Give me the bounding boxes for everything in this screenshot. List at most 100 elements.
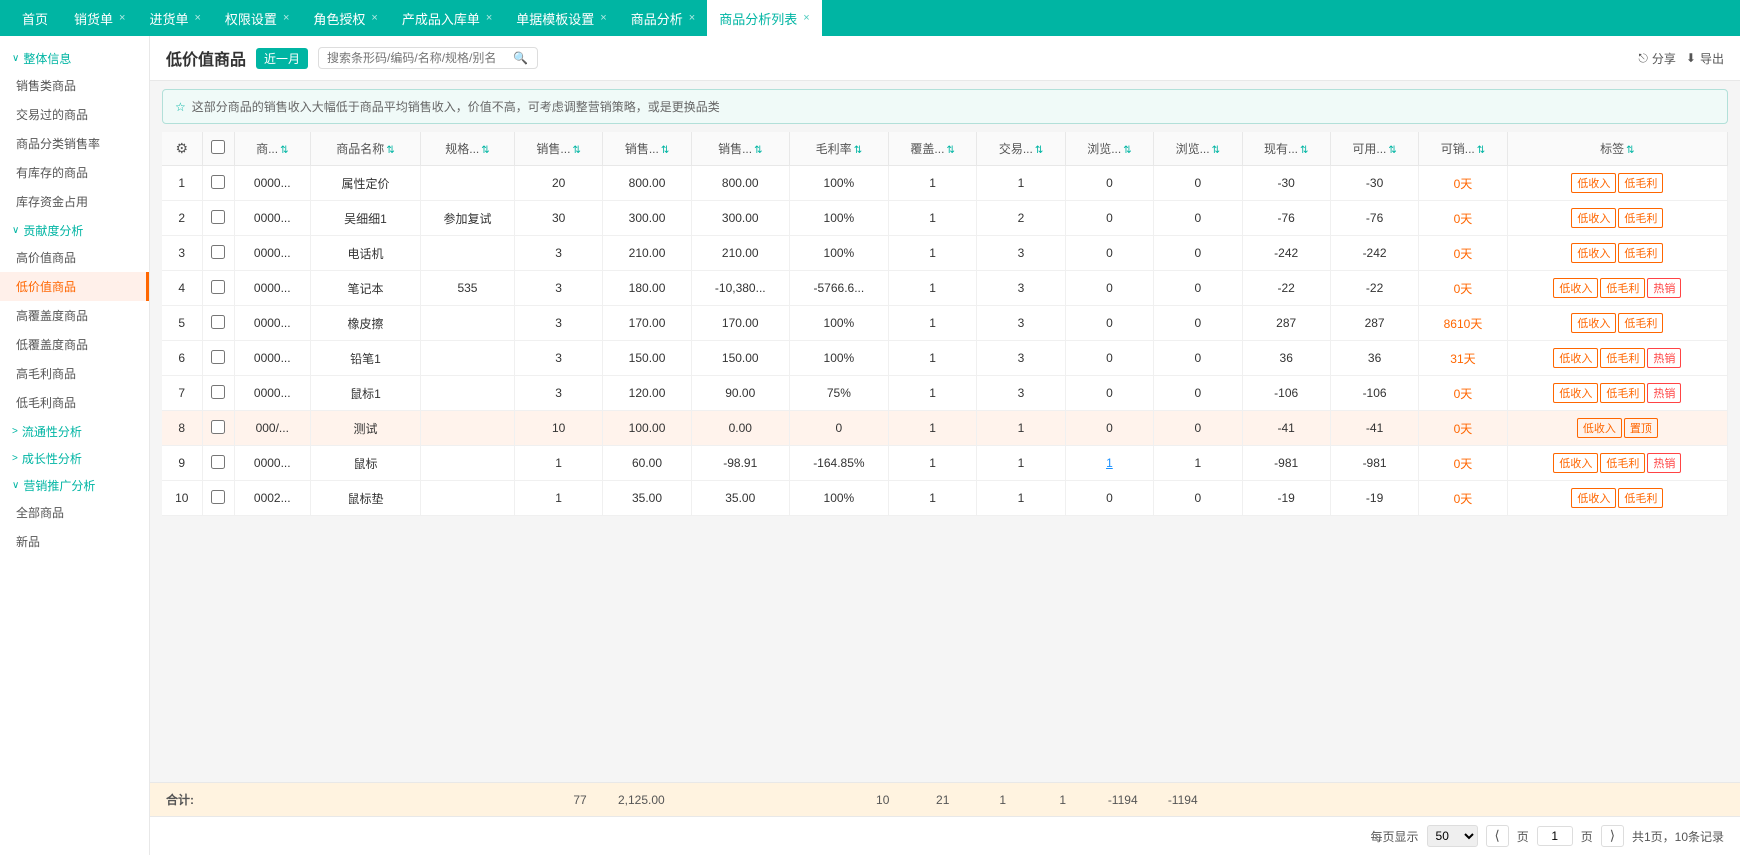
row-coverage: 1 xyxy=(888,341,976,376)
sidebar-group-成长性分析[interactable]: > 成长性分析 xyxy=(0,444,149,471)
sidebar-item-新品[interactable]: 新品 xyxy=(0,527,149,556)
time-filter-badge[interactable]: 近一月 xyxy=(256,48,308,69)
row-name[interactable]: 鼠标垫 xyxy=(311,481,421,516)
sidebar-group-整体信息[interactable]: ∨ 整体信息 xyxy=(0,44,149,71)
first-page-button[interactable]: ⟨ xyxy=(1486,825,1509,847)
th-sale2[interactable]: 销售...⇅ xyxy=(603,132,691,166)
row-days: 0天 xyxy=(1419,236,1507,271)
th-sellable[interactable]: 可销...⇅ xyxy=(1419,132,1507,166)
export-button[interactable]: ⬇ 导出 xyxy=(1686,50,1724,67)
th-transaction[interactable]: 交易...⇅ xyxy=(977,132,1065,166)
sidebar-item-低毛利商品[interactable]: 低毛利商品 xyxy=(0,388,149,417)
sidebar-item-高毛利商品[interactable]: 高毛利商品 xyxy=(0,359,149,388)
sort-icon: ⇅ xyxy=(280,145,288,156)
tag: 低毛利 xyxy=(1618,313,1663,333)
row-checkbox[interactable] xyxy=(211,455,225,469)
row-checkbox-cell xyxy=(202,376,234,411)
pagination-bar: 每页显示 50 100 ⟨ 页 页 ⟩ 共1页，10条记录 xyxy=(150,816,1740,855)
row-checkbox[interactable] xyxy=(211,315,225,329)
page-number-input[interactable] xyxy=(1537,826,1573,846)
th-coverage[interactable]: 覆盖...⇅ xyxy=(888,132,976,166)
browse-link[interactable]: 1 xyxy=(1106,456,1113,470)
nav-item-6[interactable]: 商品分析 × xyxy=(619,0,707,36)
row-checkbox[interactable] xyxy=(211,385,225,399)
th-spec[interactable]: 规格...⇅ xyxy=(420,132,514,166)
th-tags[interactable]: 标签⇅ xyxy=(1507,132,1727,166)
sidebar-item-交易过的商品[interactable]: 交易过的商品 xyxy=(0,100,149,129)
row-spec xyxy=(420,306,514,341)
row-code: 0000... xyxy=(234,201,311,236)
table-row: 7 0000... 鼠标1 3 120.00 90.00 75% 1 3 0 0… xyxy=(162,376,1728,411)
row-name[interactable]: 鼠标1 xyxy=(311,376,421,411)
row-name[interactable]: 铅笔1 xyxy=(311,341,421,376)
nav-home[interactable]: 首页 xyxy=(8,0,62,36)
row-browse1[interactable]: 1 xyxy=(1065,446,1153,481)
th-stock[interactable]: 现有...⇅ xyxy=(1242,132,1330,166)
row-days: 0天 xyxy=(1419,446,1507,481)
sidebar-item-低价值商品[interactable]: 低价值商品 xyxy=(0,272,149,301)
row-name[interactable]: 属性定价 xyxy=(311,166,421,201)
row-name[interactable]: 测试 xyxy=(311,411,421,446)
nav-close-4[interactable]: × xyxy=(486,12,492,24)
sidebar-group-流通性分析[interactable]: > 流通性分析 xyxy=(0,417,149,444)
row-checkbox[interactable] xyxy=(211,350,225,364)
days-text: 8610天 xyxy=(1444,317,1483,331)
sidebar-item-高覆盖度商品[interactable]: 高覆盖度商品 xyxy=(0,301,149,330)
tag: 热销 xyxy=(1647,278,1681,298)
nav-close-2[interactable]: × xyxy=(283,12,289,24)
nav-close-3[interactable]: × xyxy=(371,12,377,24)
row-checkbox-cell xyxy=(202,271,234,306)
search-input[interactable] xyxy=(327,51,507,65)
row-checkbox[interactable] xyxy=(211,490,225,504)
row-name[interactable]: 吴细细1 xyxy=(311,201,421,236)
th-browse2[interactable]: 浏览...⇅ xyxy=(1154,132,1242,166)
sidebar-item-有库存的商品[interactable]: 有库存的商品 xyxy=(0,158,149,187)
row-name[interactable]: 笔记本 xyxy=(311,271,421,306)
nav-item-4[interactable]: 产成品入库单 × xyxy=(390,0,504,36)
row-name[interactable]: 鼠标 xyxy=(311,446,421,481)
sidebar-group-营销推广分析[interactable]: ∨ 营销推广分析 xyxy=(0,471,149,498)
nav-item-2[interactable]: 权限设置 × xyxy=(213,0,301,36)
row-checkbox[interactable] xyxy=(211,175,225,189)
per-page-select[interactable]: 50 100 xyxy=(1427,825,1478,847)
nav-item-3[interactable]: 角色授权 × xyxy=(301,0,389,36)
th-code[interactable]: 商...⇅ xyxy=(234,132,311,166)
row-checkbox[interactable] xyxy=(211,280,225,294)
row-checkbox[interactable] xyxy=(211,210,225,224)
th-available[interactable]: 可用...⇅ xyxy=(1330,132,1418,166)
sidebar-item-全部商品[interactable]: 全部商品 xyxy=(0,498,149,527)
nav-item-1[interactable]: 进货单 × xyxy=(137,0,212,36)
share-button[interactable]: ⎋ 分享 xyxy=(1638,50,1676,67)
tag: 低收入 xyxy=(1571,208,1616,228)
sidebar-item-低覆盖度商品[interactable]: 低覆盖度商品 xyxy=(0,330,149,359)
sidebar-group-贡献度分析[interactable]: ∨ 贡献度分析 xyxy=(0,216,149,243)
row-checkbox[interactable] xyxy=(211,420,225,434)
th-browse1[interactable]: 浏览...⇅ xyxy=(1065,132,1153,166)
sidebar-item-库存资金占用[interactable]: 库存资金占用 xyxy=(0,187,149,216)
next-page-button[interactable]: ⟩ xyxy=(1601,825,1624,847)
row-name[interactable]: 电话机 xyxy=(311,236,421,271)
nav-item-0[interactable]: 销货单 × xyxy=(62,0,137,36)
th-gear[interactable]: ⚙ xyxy=(162,132,202,166)
row-checkbox[interactable] xyxy=(211,245,225,259)
nav-close-5[interactable]: × xyxy=(600,12,606,24)
nav-close-1[interactable]: × xyxy=(194,12,200,24)
search-icon[interactable]: 🔍 xyxy=(513,51,528,65)
nav-close-7[interactable]: × xyxy=(803,12,809,24)
th-gross[interactable]: 毛利率⇅ xyxy=(789,132,888,166)
th-sale1[interactable]: 销售...⇅ xyxy=(514,132,602,166)
nav-close-6[interactable]: × xyxy=(689,12,695,24)
nav-item-5[interactable]: 单据模板设置 × xyxy=(504,0,618,36)
sidebar-item-高价值商品[interactable]: 高价值商品 xyxy=(0,243,149,272)
th-sale3[interactable]: 销售...⇅ xyxy=(691,132,789,166)
row-name[interactable]: 橡皮擦 xyxy=(311,306,421,341)
nav-item-7[interactable]: 商品分析列表 × xyxy=(707,0,821,36)
sidebar-item-商品分类销售率[interactable]: 商品分类销售率 xyxy=(0,129,149,158)
row-code: 0000... xyxy=(234,166,311,201)
select-all-checkbox[interactable] xyxy=(211,140,225,154)
th-name[interactable]: 商品名称⇅ xyxy=(311,132,421,166)
settings-icon[interactable]: ⚙ xyxy=(175,140,188,156)
sidebar-item-销售类商品[interactable]: 销售类商品 xyxy=(0,71,149,100)
sort-icon: ⇅ xyxy=(1477,145,1485,156)
nav-close-0[interactable]: × xyxy=(119,12,125,24)
